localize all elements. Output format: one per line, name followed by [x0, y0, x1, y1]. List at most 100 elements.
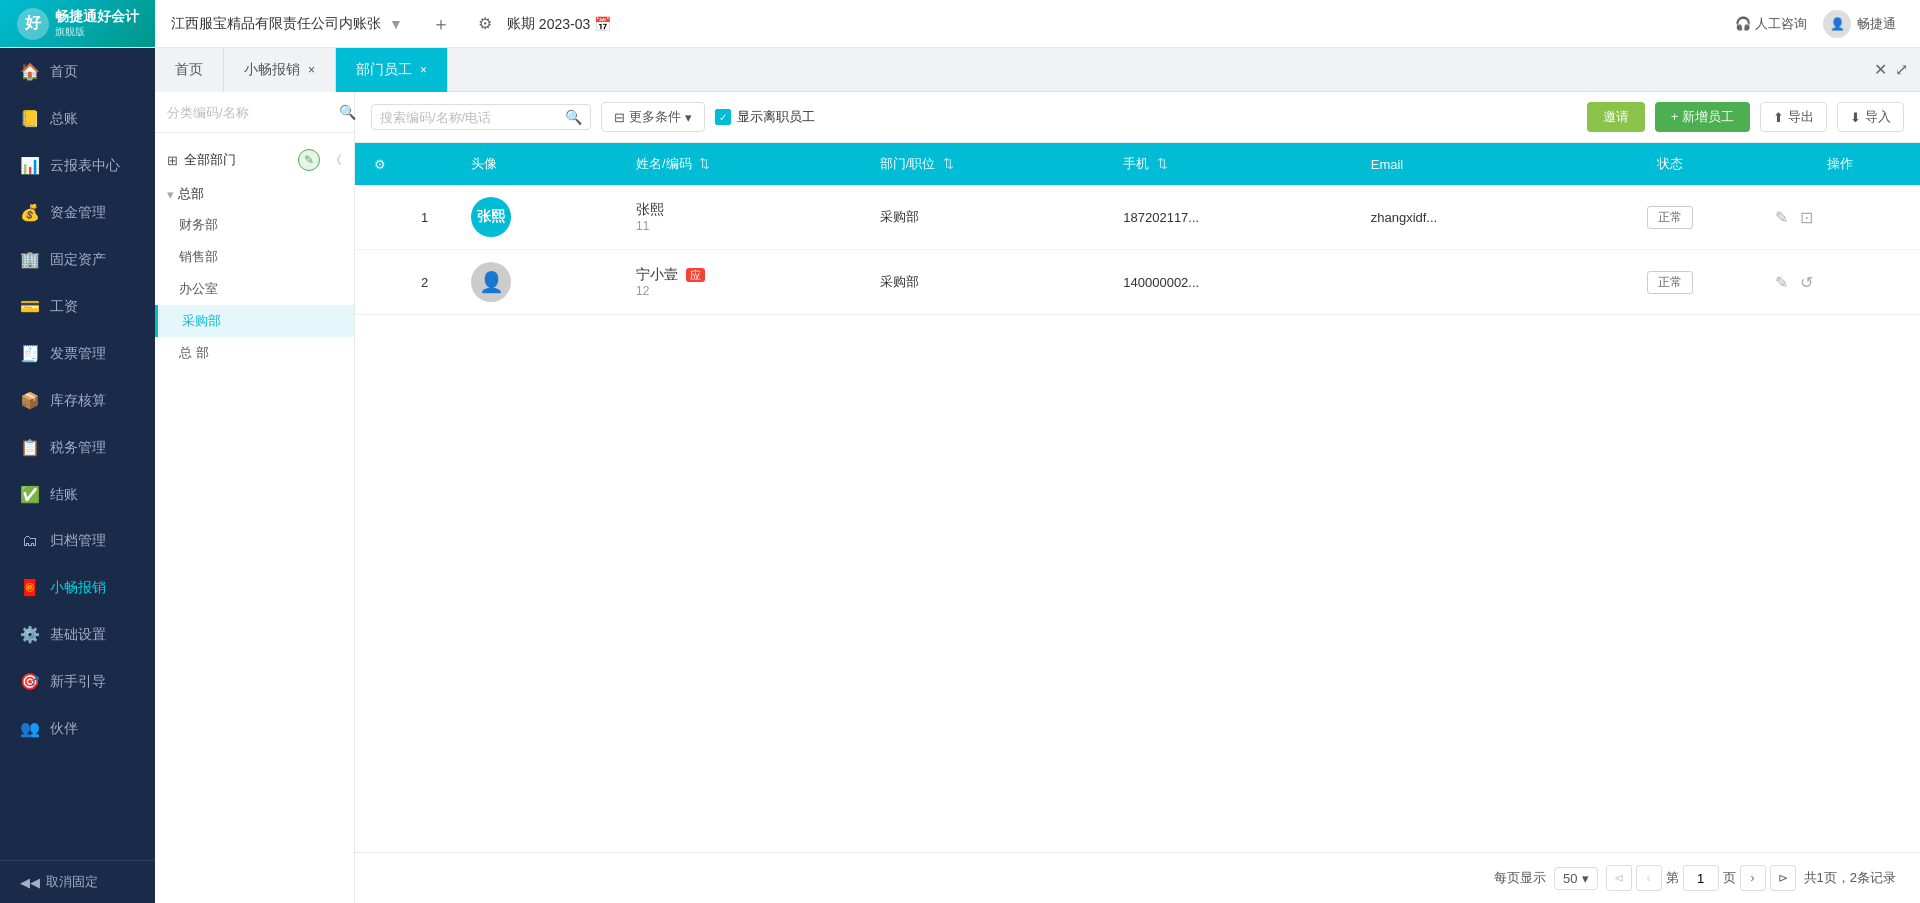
asset-icon: 🏢	[20, 250, 40, 269]
prev-page-button[interactable]: ‹	[1636, 865, 1662, 891]
next-page-button[interactable]: ›	[1740, 865, 1766, 891]
export-button[interactable]: ⬆ 导出	[1760, 102, 1827, 132]
sidebar-label-settings: 基础设置	[50, 626, 106, 644]
logo-icon: 好	[17, 8, 49, 40]
per-page-select[interactable]: 50 ▾	[1554, 867, 1597, 890]
emp-code: 12	[636, 284, 848, 298]
dept-caigou-label: 采购部	[182, 313, 221, 328]
sidebar-item-tax[interactable]: 📋 税务管理	[0, 424, 155, 471]
fund-icon: 💰	[20, 203, 40, 222]
col-settings[interactable]: ⚙	[355, 143, 405, 185]
sidebar-item-archive[interactable]: 🗂 归档管理	[0, 518, 155, 564]
dept-parent-zongbu[interactable]: ▾ 总部	[155, 179, 354, 209]
tab-department-close[interactable]: ×	[420, 63, 427, 77]
all-dept-row[interactable]: ⊞ 全部部门 ✎ 《	[155, 141, 354, 179]
dept-collapse-icon[interactable]: 《	[330, 152, 342, 169]
report-icon: 📊	[20, 156, 40, 175]
archive-icon: 🗂	[20, 532, 40, 550]
emp-search-icon[interactable]: 🔍	[565, 109, 582, 125]
dept-bangong-label: 办公室	[179, 281, 218, 296]
edit-icon[interactable]: ✎	[1775, 208, 1788, 227]
action-icons: ✎ ⊡	[1775, 208, 1904, 227]
partner-icon: 👥	[20, 719, 40, 738]
settings-side-icon: ⚙️	[20, 625, 40, 644]
tab-xiaochang-close[interactable]: ×	[308, 63, 315, 77]
col-email: Email	[1355, 143, 1581, 185]
dept-search-icon[interactable]: 🔍	[339, 104, 356, 120]
row2-settings	[355, 250, 405, 315]
tab-xiaochang[interactable]: 小畅报销 ×	[224, 48, 336, 92]
dept-bangong[interactable]: 办公室	[155, 273, 354, 305]
show-resigned-label: 显示离职员工	[737, 108, 815, 126]
dept-xiaoshou[interactable]: 销售部	[155, 241, 354, 273]
sidebar-item-xiaochang[interactable]: 🧧 小畅报销	[0, 564, 155, 611]
show-resigned-toggle[interactable]: ✓ 显示离职员工	[715, 108, 815, 126]
row1-name-code: 张熙 11	[620, 185, 864, 250]
content-area: 首页 小畅报销 × 部门员工 × ✕ ⤢ 🔍	[155, 48, 1920, 903]
dept-edit-icon[interactable]: ✎	[298, 149, 320, 171]
col-phone[interactable]: 手机 ⇅	[1107, 143, 1354, 185]
sidebar-item-inventory[interactable]: 📦 库存核算	[0, 377, 155, 424]
tab-bar: 首页 小畅报销 × 部门员工 × ✕ ⤢	[155, 48, 1920, 92]
dept-zongbu-sub-label: 总 部	[179, 345, 209, 360]
user-area[interactable]: 👤 畅捷通	[1823, 10, 1896, 38]
settings-button[interactable]: ⚙	[471, 10, 499, 38]
first-page-button[interactable]: ⊲	[1606, 865, 1632, 891]
emp-search-wrap: 🔍	[371, 104, 591, 130]
sidebar-label-archive: 归档管理	[50, 532, 106, 550]
consultant-button[interactable]: 🎧 人工咨询	[1735, 15, 1807, 33]
sidebar-item-home[interactable]: 🏠 首页	[0, 48, 155, 95]
edit-icon[interactable]: ✎	[1775, 273, 1788, 292]
period-value: 2023-03	[539, 16, 590, 32]
xiaochang-icon: 🧧	[20, 578, 40, 597]
col-name[interactable]: 姓名/编码 ⇅	[620, 143, 864, 185]
sidebar-item-report[interactable]: 📊 云报表中心	[0, 142, 155, 189]
dept-caigou[interactable]: 采购部	[155, 305, 354, 337]
pin-icon: ◀◀	[20, 875, 40, 890]
current-page-input[interactable]	[1683, 865, 1719, 891]
dept-search-input[interactable]	[167, 105, 335, 120]
sidebar-item-partner[interactable]: 👥 伙伴	[0, 705, 155, 752]
row2-phone: 140000002...	[1107, 250, 1354, 315]
row2-index: 2	[405, 250, 455, 315]
tab-close-window-button[interactable]: ✕	[1874, 60, 1887, 79]
last-page-button[interactable]: ⊳	[1770, 865, 1796, 891]
pin-label: 取消固定	[46, 873, 98, 891]
tab-home[interactable]: 首页	[155, 48, 224, 92]
sidebar-label-invoice: 发票管理	[50, 345, 106, 363]
page-label: 第	[1666, 869, 1679, 887]
filter-icon: ⊟	[614, 110, 625, 125]
invite-button[interactable]: 邀请	[1587, 102, 1645, 132]
sidebar-item-salary[interactable]: 💳 工资	[0, 283, 155, 330]
emp-search-input[interactable]	[380, 110, 561, 125]
sidebar-item-ledger[interactable]: 📒 总账	[0, 95, 155, 142]
add-employee-button[interactable]: + 新增员工	[1655, 102, 1750, 132]
sidebar-item-invoice[interactable]: 🧾 发票管理	[0, 330, 155, 377]
emp-code: 11	[636, 219, 848, 233]
import-button[interactable]: ⬇ 导入	[1837, 102, 1904, 132]
pin-button[interactable]: ◀◀ 取消固定	[0, 860, 155, 903]
tab-department[interactable]: 部门员工 ×	[336, 48, 448, 92]
col-dept[interactable]: 部门/职位 ⇅	[864, 143, 1108, 185]
calendar-icon[interactable]: 📅	[594, 16, 611, 32]
company-selector[interactable]: 江西服宝精品有限责任公司内账张 ▼	[155, 15, 419, 33]
headset-icon: 🎧	[1735, 16, 1751, 31]
sidebar-item-guide[interactable]: 🎯 新手引导	[0, 658, 155, 705]
row1-avatar: 张熙	[455, 185, 620, 250]
avatar: 👤	[471, 262, 511, 302]
filter-button[interactable]: ⊟ 更多条件 ▾	[601, 102, 705, 132]
sidebar-item-fund[interactable]: 💰 资金管理	[0, 189, 155, 236]
logout-icon[interactable]: ⊡	[1800, 208, 1813, 227]
employee-table: ⚙ 头像 姓名/编码 ⇅ 部门/职位 ⇅ 手机 ⇅ Email 状态 操作	[355, 143, 1920, 852]
reset-icon[interactable]: ↺	[1800, 273, 1813, 292]
guide-icon: 🎯	[20, 672, 40, 691]
sidebar-item-close[interactable]: ✅ 结账	[0, 471, 155, 518]
action-icons: ✎ ↺	[1775, 273, 1904, 292]
sidebar-item-settings[interactable]: ⚙️ 基础设置	[0, 611, 155, 658]
import-label: 导入	[1865, 108, 1891, 126]
add-button[interactable]: ＋	[427, 10, 455, 38]
dept-zongbu-sub[interactable]: 总 部	[155, 337, 354, 369]
sidebar-item-asset[interactable]: 🏢 固定资产	[0, 236, 155, 283]
tab-maximize-button[interactable]: ⤢	[1895, 60, 1908, 79]
dept-caiwu[interactable]: 财务部	[155, 209, 354, 241]
